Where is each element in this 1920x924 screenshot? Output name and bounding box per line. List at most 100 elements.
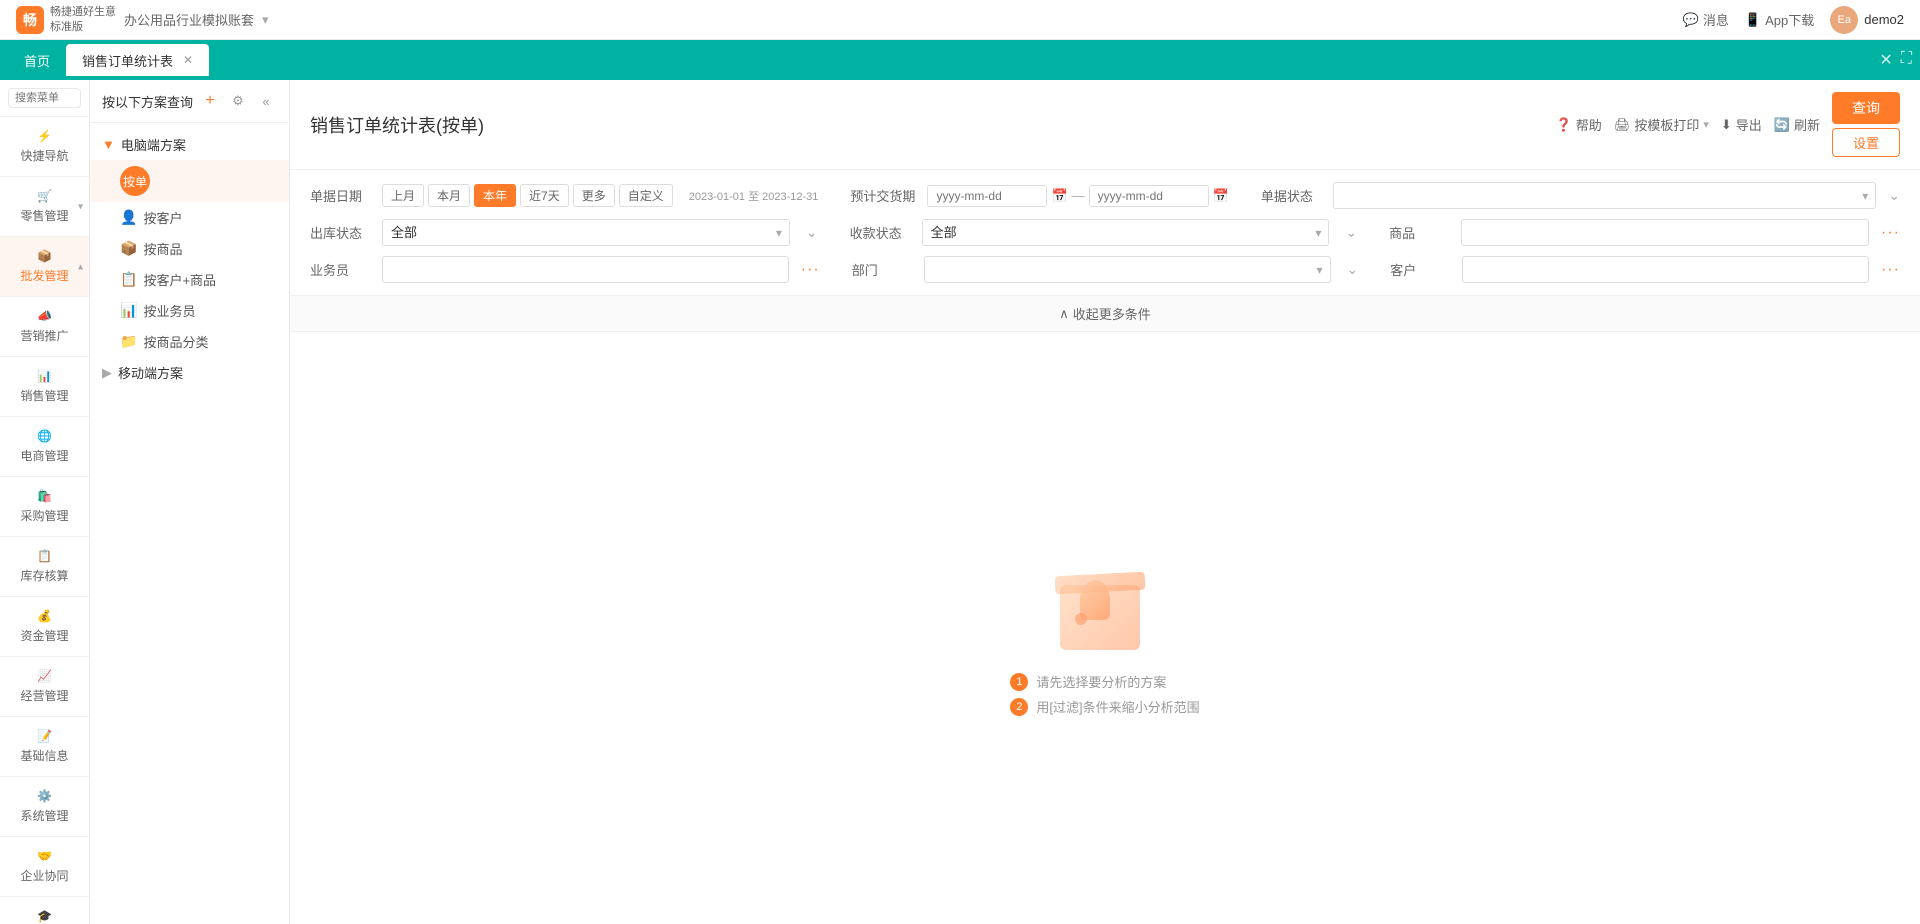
query-button[interactable]: 查询 <box>1832 92 1900 124</box>
search-menu-input[interactable] <box>8 88 81 108</box>
settings-button[interactable]: 设置 <box>1832 128 1900 157</box>
payment-status-label: 收款状态 <box>850 223 910 242</box>
logo-icon: 畅 <box>16 6 44 34</box>
message-button[interactable]: 💬 消息 <box>1683 10 1729 29</box>
tab-close-icon[interactable]: ✕ <box>183 53 193 67</box>
status-expand-icon[interactable]: ⌄ <box>1888 187 1900 204</box>
date-label: 单据日期 <box>310 186 370 205</box>
tab-maximize-icon[interactable]: ⛶ <box>1901 50 1912 70</box>
top-bar-left: 畅 畅捷通好生意 标准版 办公用品行业模拟账套 ▾ <box>16 5 269 34</box>
empty-hint-2: 2 用[过滤]条件来缩小分析范围 <box>1010 697 1199 716</box>
collapse-up-icon: ∧ <box>1059 306 1069 322</box>
sidebar-item-basicinfo[interactable]: 📝 基础信息 <box>0 717 89 777</box>
wholesale-icon: 📦 <box>37 249 52 263</box>
export-icon: ⬇ <box>1721 117 1732 133</box>
sidebar-item-shortcut[interactable]: ⚡ 快捷导航 <box>0 117 89 177</box>
salesperson-dots-icon[interactable]: ··· <box>801 261 820 279</box>
date-btn-last-month[interactable]: 上月 <box>382 184 424 207</box>
sidebar-item-ecommerce[interactable]: 🌐 电商管理 <box>0 417 89 477</box>
by-product-icon: 📦 <box>120 240 137 257</box>
tab-close-window-icon[interactable]: ✕ <box>1879 50 1892 70</box>
sidebar-item-purchase[interactable]: 🛍️ 采购管理 <box>0 477 89 537</box>
sidebar-item-search-menu[interactable] <box>0 80 89 117</box>
sidebar-item-inventory[interactable]: 📋 库存核算 <box>0 537 89 597</box>
left-panel: 按以下方案查询 + ⚙ « ▼ 电脑端方案 按单 👤 按客户 📦 按商品 <box>90 80 290 924</box>
user-name: demo2 <box>1864 12 1904 27</box>
breadcrumb-arrow: ▾ <box>262 12 269 28</box>
delivery-expand-icon[interactable]: ⌄ <box>806 224 818 241</box>
tree-expand-icon: ▼ <box>102 137 115 152</box>
user-area[interactable]: Ea demo2 <box>1830 6 1904 34</box>
tab-sales-stats[interactable]: 销售订单统计表 ✕ <box>66 44 209 76</box>
system-icon: ⚙️ <box>37 789 52 803</box>
message-icon: 💬 <box>1683 12 1699 28</box>
sidebar: ⚡ 快捷导航 🛒 零售管理 ▾ 📦 批发管理 ▴ 📣 营销推广 📊 销售管理 🌐… <box>0 80 90 924</box>
tree-child-by-customer[interactable]: 👤 按客户 <box>90 202 289 233</box>
payment-status-select[interactable]: 全部 <box>922 219 1330 246</box>
sidebar-item-wholesale[interactable]: 📦 批发管理 ▴ <box>0 237 89 297</box>
expected-date-from-input[interactable] <box>927 185 1047 207</box>
date-btn-this-year[interactable]: 本年 <box>474 184 516 207</box>
sidebar-item-newbie[interactable]: 🎓 新手引导 <box>0 897 89 924</box>
sidebar-item-enterprise[interactable]: 🤝 企业协同 <box>0 837 89 897</box>
refresh-icon: 🔄 <box>1774 117 1790 133</box>
sidebar-item-finance[interactable]: 💰 资金管理 <box>0 597 89 657</box>
sidebar-item-marketing[interactable]: 📣 营销推广 <box>0 297 89 357</box>
date-separator: — <box>1072 188 1085 203</box>
delivery-status-select[interactable]: 全部 <box>382 219 790 246</box>
refresh-button[interactable]: 🔄 刷新 <box>1774 115 1820 134</box>
logo-area: 畅 畅捷通好生意 标准版 <box>16 5 116 34</box>
by-category-icon: 📁 <box>120 333 137 350</box>
print-icon: 🖨 <box>1614 117 1631 133</box>
sidebar-item-operations[interactable]: 📈 经营管理 <box>0 657 89 717</box>
add-scheme-button[interactable]: + <box>199 90 221 112</box>
tree-child-by-customer-product[interactable]: 📋 按客户+商品 <box>90 264 289 295</box>
tree-child-by-order[interactable]: 按单 <box>90 160 289 202</box>
calendar-from-icon[interactable]: 📅 <box>1051 188 1067 204</box>
template-print-button[interactable]: 🖨 按模板打印 ▾ <box>1614 115 1709 134</box>
tree-child-by-salesperson[interactable]: 📊 按业务员 <box>90 295 289 326</box>
sidebar-item-system[interactable]: ⚙️ 系统管理 <box>0 777 89 837</box>
tree-collapse-icon: ▶ <box>102 365 112 381</box>
tree-child-by-category[interactable]: 📁 按商品分类 <box>90 326 289 357</box>
page-header: 销售订单统计表(按单) ❓ 帮助 🖨 按模板打印 ▾ ⬇ 导出 🔄 刷新 <box>290 80 1920 170</box>
product-dots-icon[interactable]: ··· <box>1881 224 1900 242</box>
product-input[interactable] <box>1461 219 1869 246</box>
expected-date-to-input[interactable] <box>1089 185 1209 207</box>
tab-bar-actions: ✕ ⛶ <box>1879 50 1912 70</box>
collapse-panel-button[interactable]: « <box>255 90 277 112</box>
breadcrumb-title: 办公用品行业模拟账套 <box>124 10 254 29</box>
tree-section: ▼ 电脑端方案 按单 👤 按客户 📦 按商品 📋 按客户+商品 📊 按业务员 <box>90 123 289 394</box>
export-button[interactable]: ⬇ 导出 <box>1721 115 1762 134</box>
tree-parent-desktop[interactable]: ▼ 电脑端方案 <box>90 129 289 160</box>
sidebar-item-sales[interactable]: 📊 销售管理 <box>0 357 89 417</box>
date-btn-7days[interactable]: 近7天 <box>520 184 569 207</box>
department-select[interactable] <box>924 256 1331 283</box>
sales-stats-tab-label: 销售订单统计表 <box>82 51 173 70</box>
salesperson-input[interactable] <box>382 256 789 283</box>
tab-bar: 首页 销售订单统计表 ✕ ✕ ⛶ <box>0 40 1920 80</box>
customer-input[interactable] <box>1462 256 1869 283</box>
payment-expand-icon[interactable]: ⌄ <box>1345 224 1357 241</box>
scheme-settings-button[interactable]: ⚙ <box>227 90 249 112</box>
date-btn-custom[interactable]: 自定义 <box>619 184 673 207</box>
print-arrow-icon: ▾ <box>1703 118 1709 131</box>
customer-dots-icon[interactable]: ··· <box>1881 261 1900 279</box>
illustration-container <box>1045 540 1165 660</box>
tree-child-by-product[interactable]: 📦 按商品 <box>90 233 289 264</box>
date-btn-more[interactable]: 更多 <box>573 184 615 207</box>
top-bar: 畅 畅捷通好生意 标准版 办公用品行业模拟账套 ▾ 💬 消息 📱 App下载 E… <box>0 0 1920 40</box>
app-download-button[interactable]: 📱 App下载 <box>1745 10 1814 29</box>
help-button[interactable]: ❓ 帮助 <box>1556 115 1602 134</box>
collapse-bar[interactable]: ∧ 收起更多条件 <box>290 296 1920 332</box>
sidebar-item-retail[interactable]: 🛒 零售管理 ▾ <box>0 177 89 237</box>
status-select[interactable]: 全部 未审核 已审核 作废 <box>1333 182 1876 209</box>
department-expand-icon[interactable]: ⌄ <box>1347 261 1359 278</box>
tree-parent-mobile[interactable]: ▶ 移动端方案 <box>90 357 289 388</box>
calendar-to-icon[interactable]: 📅 <box>1213 188 1229 204</box>
empty-illustration <box>1045 540 1165 660</box>
app-icon: 📱 <box>1745 12 1761 28</box>
tab-home[interactable]: 首页 <box>8 44 66 76</box>
date-btn-this-month[interactable]: 本月 <box>428 184 470 207</box>
salesperson-label: 业务员 <box>310 260 370 279</box>
